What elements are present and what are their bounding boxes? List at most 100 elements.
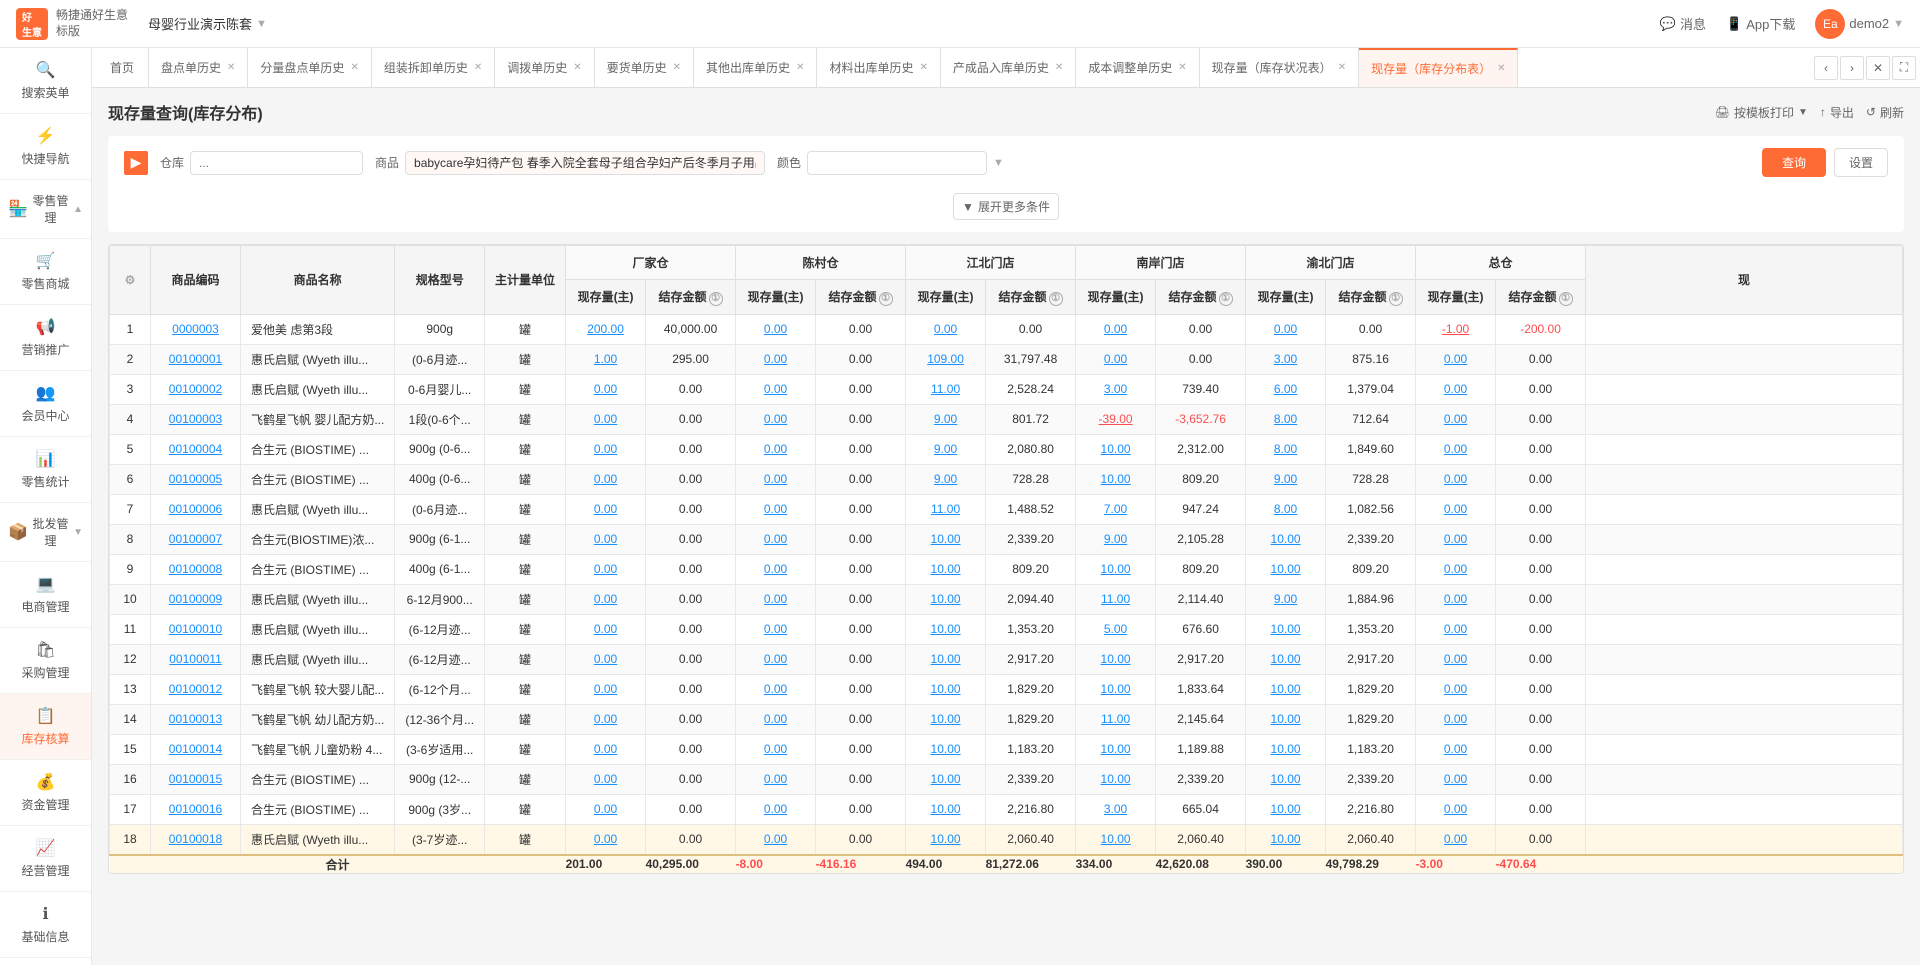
user-menu[interactable]: Ea demo2 ▼ <box>1815 9 1904 39</box>
tab-other-out[interactable]: 其他出库单历史 ✕ <box>694 48 817 87</box>
sidebar-item-marketing[interactable]: 📢 营销推广 <box>0 305 91 371</box>
tab-requisition[interactable]: 要货单历史 ✕ <box>595 48 694 87</box>
color-input[interactable] <box>807 151 987 175</box>
sidebar-item-inventory[interactable]: 📋 库存核算 <box>0 694 91 760</box>
cell-no: 9 <box>110 554 151 584</box>
tab-next-btn[interactable]: › <box>1840 56 1864 80</box>
color-dropdown-icon[interactable]: ▼ <box>993 157 1004 169</box>
cc-amt-info[interactable]: ① <box>879 292 893 306</box>
sidebar-item-retail-store[interactable]: 🛒 零售商城 <box>0 239 91 305</box>
tab-close-product-in[interactable]: ✕ <box>1055 62 1063 73</box>
tab-inventory-branch[interactable]: 分量盘点单历史 ✕ <box>248 48 371 87</box>
tab-transfer[interactable]: 调拨单历史 ✕ <box>495 48 594 87</box>
cell-total-amt: 0.00 <box>1496 794 1586 824</box>
tab-close-material-out[interactable]: ✕ <box>919 62 927 73</box>
cell-cc-amt: 0.00 <box>816 374 906 404</box>
sidebar-item-retail-stats[interactable]: 📊 零售统计 <box>0 437 91 503</box>
cell-jb-qty: 10.00 <box>906 644 986 674</box>
sidebar-item-retail-mgmt[interactable]: 🏪 零售管理 ▲ <box>0 180 91 239</box>
cell-spec: (12-36个月... <box>395 704 485 734</box>
cell-unit: 罐 <box>485 674 566 704</box>
print-icon: 🖨 <box>1715 105 1730 119</box>
tab-close-requisition[interactable]: ✕ <box>673 62 681 73</box>
message-btn[interactable]: 💬 消息 <box>1660 14 1706 33</box>
cell-na-amt: 2,917.20 <box>1156 644 1246 674</box>
cell-extra <box>1586 404 1903 434</box>
cell-total-amt: 0.00 <box>1496 734 1586 764</box>
industry-selector[interactable]: 母婴行业演示陈套 ▼ <box>148 14 267 33</box>
cell-name: 惠氏启赋 (Wyeth illu... <box>241 344 395 374</box>
refresh-btn[interactable]: ↺ 刷新 <box>1866 104 1904 121</box>
cell-cc-amt: 0.00 <box>816 464 906 494</box>
warehouse-input[interactable] <box>190 151 363 175</box>
cell-no: 15 <box>110 734 151 764</box>
setting-btn[interactable]: 设置 <box>1834 148 1888 177</box>
tab-close-inventory-single[interactable]: ✕ <box>227 62 235 73</box>
tab-close-cost-adjust[interactable]: ✕ <box>1178 62 1186 73</box>
tab-close-other-out[interactable]: ✕ <box>796 62 804 73</box>
tab-close-stock-status[interactable]: ✕ <box>1338 62 1346 73</box>
tab-close-stock-dist[interactable]: ✕ <box>1497 63 1505 74</box>
print-btn[interactable]: 🖨 按模板打印 ▼ <box>1715 104 1808 121</box>
cell-extra <box>1586 674 1903 704</box>
cell-total-qty: 0.00 <box>1416 404 1496 434</box>
col-header-gear[interactable]: ⚙ <box>110 246 151 315</box>
cell-jb-amt: 2,528.24 <box>986 374 1076 404</box>
total-amt-info[interactable]: ① <box>1559 292 1573 306</box>
tab-stock-status[interactable]: 现存量（库存状况表） ✕ <box>1200 48 1359 87</box>
sidebar-item-member[interactable]: 👥 会员中心 <box>0 371 91 437</box>
cell-extra <box>1586 584 1903 614</box>
cell-total-amt: 0.00 <box>1496 374 1586 404</box>
tab-prev-btn[interactable]: ‹ <box>1814 56 1838 80</box>
yb-amt-info[interactable]: ① <box>1389 292 1403 306</box>
cell-yb-qty: 10.00 <box>1246 704 1326 734</box>
tab-cost-adjust[interactable]: 成本调整单历史 ✕ <box>1076 48 1199 87</box>
sidebar-item-search[interactable]: 🔍 搜索英单 <box>0 48 91 114</box>
col-header-yb-qty: 现存量(主) <box>1246 280 1326 315</box>
tab-assembly[interactable]: 组装拆卸单历史 ✕ <box>372 48 495 87</box>
logo-area: 好生意 畅捷通好生意 标版 母婴行业演示陈套 ▼ <box>16 8 267 40</box>
tab-close-inventory-branch[interactable]: ✕ <box>350 62 358 73</box>
tab-stock-dist[interactable]: 现存量（库存分布表） ✕ <box>1359 48 1518 87</box>
inventory-icon: 📋 <box>36 706 56 726</box>
cell-extra <box>1586 734 1903 764</box>
tab-home[interactable]: 首页 <box>96 48 149 87</box>
filter-buttons: 查询 设置 <box>1762 148 1888 177</box>
expand-row: ▼ 展开更多条件 <box>124 185 1888 220</box>
table-row: 18 00100018 惠氏启赋 (Wyeth illu... (3-7岁迹..… <box>110 824 1903 855</box>
tab-close-assembly[interactable]: ✕ <box>474 62 482 73</box>
sidebar-item-finance[interactable]: 💰 资金管理 <box>0 760 91 826</box>
tab-fullscreen-btn[interactable]: ⛶ <box>1892 56 1916 80</box>
cell-yb-amt: 1,353.20 <box>1326 614 1416 644</box>
sidebar-item-purchase[interactable]: 🛍 采购管理 <box>0 628 91 694</box>
page-title: 现存量查询(库存分布) <box>108 100 263 124</box>
sidebar-item-ecommerce[interactable]: 💻 电商管理 <box>0 562 91 628</box>
tab-close-transfer[interactable]: ✕ <box>573 62 581 73</box>
gear-icon[interactable]: ⚙ <box>120 270 140 290</box>
cell-name: 飞鹤星飞帆 较大婴儿配... <box>241 674 395 704</box>
expand-filter-btn[interactable]: ▼ 展开更多条件 <box>953 193 1059 220</box>
sidebar-item-operations[interactable]: 📈 经营管理 <box>0 826 91 892</box>
sidebar-item-shortcut[interactable]: ⚡ 快捷导航 <box>0 114 91 180</box>
cell-spec: (0-6月迹... <box>395 344 485 374</box>
tab-material-out[interactable]: 材料出库单历史 ✕ <box>817 48 940 87</box>
tab-close-all-btn[interactable]: ✕ <box>1866 56 1890 80</box>
product-input[interactable] <box>405 151 765 175</box>
collapse-filter-btn[interactable]: ▶ <box>124 151 148 175</box>
sidebar-item-wholesale-mgmt[interactable]: 📦 批发管理 ▼ <box>0 503 91 562</box>
cell-yb-amt: 728.28 <box>1326 464 1416 494</box>
cell-no: 10 <box>110 584 151 614</box>
search-btn[interactable]: 查询 <box>1762 148 1826 177</box>
filter-product-group: 商品 <box>375 151 765 175</box>
na-amt-info[interactable]: ① <box>1219 292 1233 306</box>
tab-inventory-single[interactable]: 盘点单历史 ✕ <box>149 48 248 87</box>
marketing-icon: 📢 <box>36 317 56 337</box>
tab-product-in[interactable]: 产成品入库单历史 ✕ <box>941 48 1076 87</box>
fj-amt-info[interactable]: ① <box>709 292 723 306</box>
export-btn[interactable]: ↑ 导出 <box>1820 104 1854 121</box>
sidebar-item-basic-info[interactable]: ℹ 基础信息 <box>0 892 91 958</box>
app-download-btn[interactable]: 📱 App下载 <box>1726 14 1795 33</box>
sidebar-item-system[interactable]: ⚙ 系统管理 <box>0 958 91 965</box>
table-footer-row: 合计 201.00 40,295.00 -8.00 -416.16 494.00… <box>110 855 1903 873</box>
jb-amt-info[interactable]: ① <box>1049 292 1063 306</box>
